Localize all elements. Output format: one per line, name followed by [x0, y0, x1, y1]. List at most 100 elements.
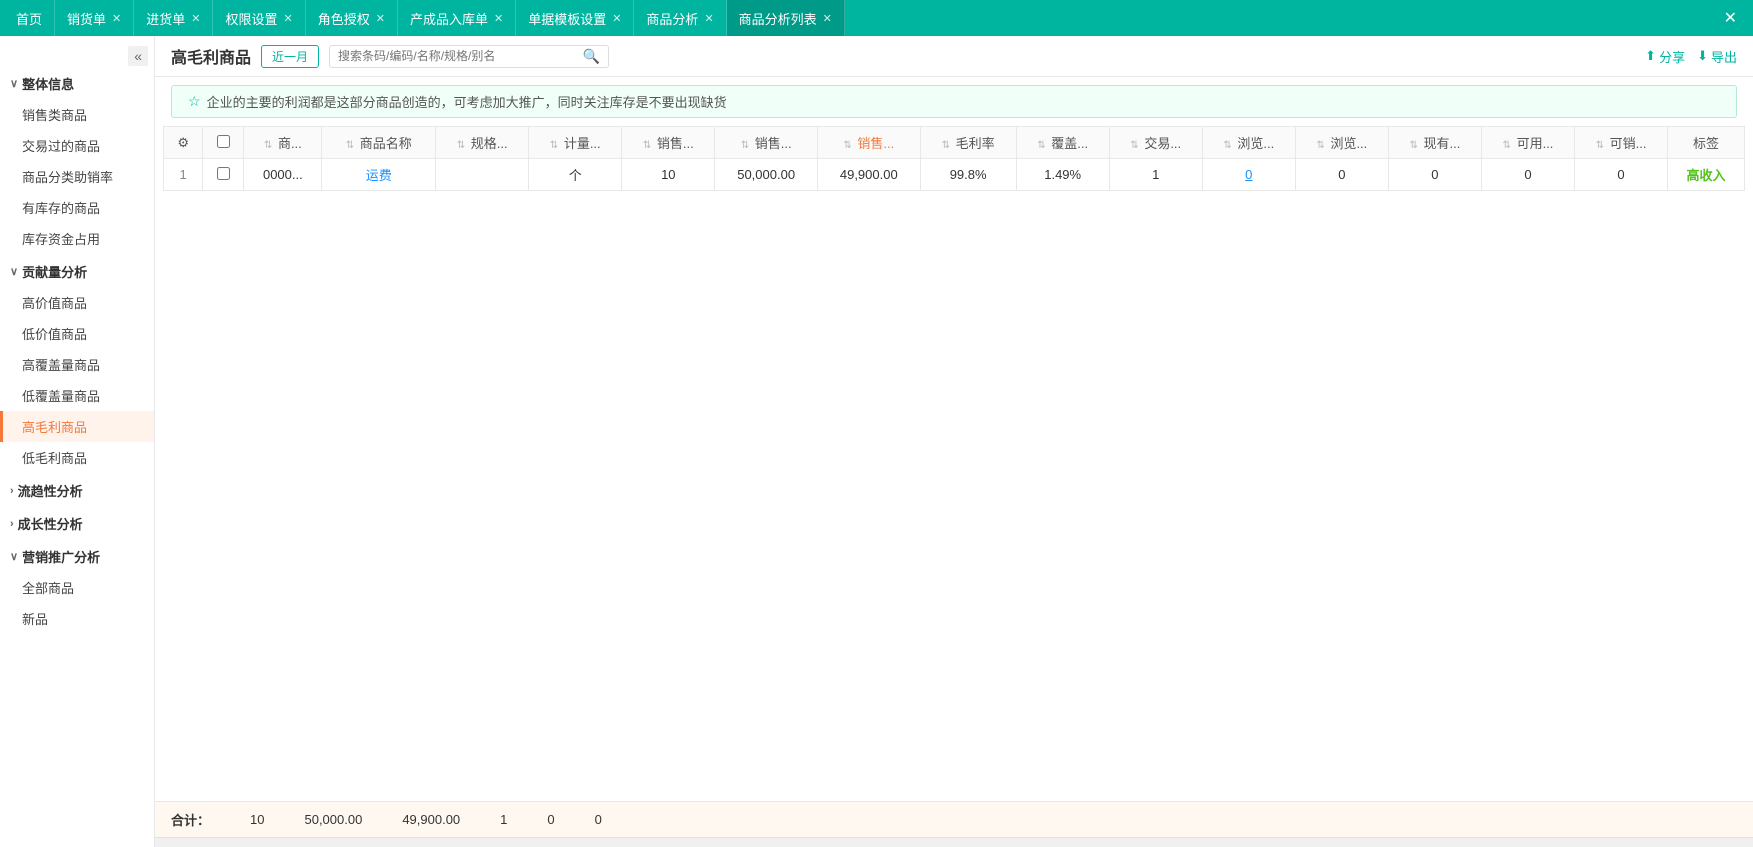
tab-close-template-settings[interactable]: ✕: [612, 12, 621, 25]
sort-icon-spec[interactable]: ⇅: [457, 140, 465, 151]
row-gross-margin: 99.8%: [920, 159, 1016, 191]
sidebar-group-contribution[interactable]: ∨ 贡献量分析: [0, 256, 154, 287]
sort-icon-gross-margin[interactable]: ⇅: [942, 140, 950, 151]
sort-icon-browse2[interactable]: ⇅: [1316, 140, 1324, 151]
sidebar-item-in-stock[interactable]: 有库存的商品: [0, 192, 154, 223]
col-sales-qty[interactable]: ⇅ 销售...: [622, 127, 715, 159]
col-sales-amount[interactable]: ⇅ 销售...: [715, 127, 818, 159]
sidebar-item-new-goods[interactable]: 新品: [0, 603, 154, 634]
sort-icon-available-stock[interactable]: ⇅: [1503, 140, 1511, 151]
tab-product-analysis[interactable]: 商品分析 ✕: [634, 0, 726, 36]
search-box[interactable]: 🔍: [329, 45, 609, 68]
sort-icon-coverage[interactable]: ⇅: [1037, 140, 1045, 151]
tab-purchase-order[interactable]: 进货单 ✕: [134, 0, 213, 36]
sidebar-item-low-coverage[interactable]: 低覆盖量商品: [0, 380, 154, 411]
row-available-stock: 0: [1481, 159, 1574, 191]
tab-product-inbound[interactable]: 产成品入库单 ✕: [398, 0, 516, 36]
sidebar-item-high-margin[interactable]: 高毛利商品: [0, 411, 154, 442]
sort-icon-sales-cost[interactable]: ⇅: [843, 140, 851, 151]
col-browse1[interactable]: ⇅ 浏览...: [1202, 127, 1295, 159]
row-checkbox-cell[interactable]: [203, 159, 244, 191]
row-browse1[interactable]: 0: [1202, 159, 1295, 191]
tab-permission-settings[interactable]: 权限设置 ✕: [213, 0, 305, 36]
col-settings[interactable]: ⚙: [164, 127, 203, 159]
col-sales-cost[interactable]: ⇅ 销售...: [817, 127, 920, 159]
col-unit[interactable]: ⇅ 计量...: [529, 127, 622, 159]
sort-icon-saleable-stock[interactable]: ⇅: [1596, 140, 1604, 151]
tab-close-product-analysis-list[interactable]: ✕: [823, 12, 832, 25]
select-all-checkbox[interactable]: [217, 135, 230, 148]
sort-icon-sales-qty[interactable]: ⇅: [643, 140, 651, 151]
tab-bar: 首页 销货单 ✕ 进货单 ✕ 权限设置 ✕ 角色授权 ✕ 产成品入库单 ✕ 单据…: [0, 0, 1753, 36]
row-name[interactable]: 运费: [322, 159, 436, 191]
tab-close-permission-settings[interactable]: ✕: [284, 12, 293, 25]
filter-recent-month-button[interactable]: 近一月: [261, 45, 319, 68]
search-icon[interactable]: 🔍: [583, 48, 600, 65]
tab-close-sales-order[interactable]: ✕: [112, 12, 121, 25]
sidebar-item-stock-capital[interactable]: 库存资金占用: [0, 223, 154, 254]
sidebar-item-low-value[interactable]: 低价值商品: [0, 318, 154, 349]
col-code[interactable]: ⇅ 商...: [244, 127, 322, 159]
col-saleable-stock[interactable]: ⇅ 可销...: [1575, 127, 1668, 159]
sort-icon-browse1[interactable]: ⇅: [1223, 140, 1231, 151]
sidebar-group-growth[interactable]: › 成长性分析: [0, 508, 154, 539]
sort-icon-sales-amount[interactable]: ⇅: [741, 140, 749, 151]
sidebar-section-growth: › 成长性分析: [0, 508, 154, 539]
notice-bar: ☆ 企业的主要的利润都是这部分商品创造的，可考虑加大推广，同时关注库存是不要出现…: [171, 85, 1737, 118]
sort-icon-unit[interactable]: ⇅: [550, 140, 558, 151]
col-tag[interactable]: 标签: [1668, 127, 1745, 159]
horizontal-scrollbar[interactable]: [155, 837, 1753, 847]
tab-close-purchase-order[interactable]: ✕: [191, 12, 200, 25]
col-current-stock[interactable]: ⇅ 现有...: [1388, 127, 1481, 159]
tab-close-role-auth[interactable]: ✕: [376, 12, 385, 25]
col-name[interactable]: ⇅ 商品名称: [322, 127, 436, 159]
sidebar-collapse-button[interactable]: «: [128, 46, 148, 66]
col-browse2[interactable]: ⇅ 浏览...: [1295, 127, 1388, 159]
footer-sales-cost: 49,900.00: [402, 812, 460, 827]
tab-role-auth[interactable]: 角色授权 ✕: [306, 0, 398, 36]
row-checkbox[interactable]: [217, 167, 230, 180]
sidebar-item-sales-goods[interactable]: 销售类商品: [0, 99, 154, 130]
row-code: 0000...: [244, 159, 322, 191]
window-close-button[interactable]: ✕: [1712, 8, 1749, 28]
arrow-icon-growth: ›: [10, 518, 14, 530]
sidebar-group-marketing[interactable]: ∨ 营销推广分析: [0, 541, 154, 572]
sidebar-group-trend[interactable]: › 流趋性分析: [0, 475, 154, 506]
row-sales-amount: 50,000.00: [715, 159, 818, 191]
tab-product-analysis-list[interactable]: 商品分析列表 ✕: [727, 0, 845, 36]
col-checkbox[interactable]: [203, 127, 244, 159]
search-input[interactable]: [338, 49, 583, 63]
share-button[interactable]: ⬆ 分享: [1645, 47, 1685, 66]
share-icon: ⬆: [1645, 48, 1656, 64]
sort-icon-current-stock[interactable]: ⇅: [1409, 140, 1417, 151]
tab-close-product-inbound[interactable]: ✕: [494, 12, 503, 25]
col-gross-margin[interactable]: ⇅ 毛利率: [920, 127, 1016, 159]
page-title: 高毛利商品: [171, 44, 251, 68]
col-transaction[interactable]: ⇅ 交易...: [1109, 127, 1202, 159]
sidebar-item-traded-goods[interactable]: 交易过的商品: [0, 130, 154, 161]
sidebar-item-all-goods[interactable]: 全部商品: [0, 572, 154, 603]
sidebar-item-low-margin[interactable]: 低毛利商品: [0, 442, 154, 473]
sidebar: « ∨ 整体信息 销售类商品 交易过的商品 商品分类助销率 有库存的商品 库存资…: [0, 36, 155, 847]
sort-icon-name[interactable]: ⇅: [346, 140, 354, 151]
sort-icon-transaction[interactable]: ⇅: [1130, 140, 1138, 151]
tab-close-product-analysis[interactable]: ✕: [704, 12, 713, 25]
tab-homepage[interactable]: 首页: [4, 0, 55, 36]
sidebar-item-high-value[interactable]: 高价值商品: [0, 287, 154, 318]
sidebar-item-high-coverage[interactable]: 高覆盖量商品: [0, 349, 154, 380]
col-coverage[interactable]: ⇅ 覆盖...: [1016, 127, 1109, 159]
settings-icon[interactable]: ⚙: [177, 135, 189, 150]
sidebar-section-marketing: ∨ 营销推广分析 全部商品 新品: [0, 541, 154, 634]
browse1-link[interactable]: 0: [1245, 167, 1252, 182]
sidebar-item-category-rate[interactable]: 商品分类助销率: [0, 161, 154, 192]
row-sales-qty: 10: [622, 159, 715, 191]
col-available-stock[interactable]: ⇅ 可用...: [1481, 127, 1574, 159]
tab-template-settings[interactable]: 单据模板设置 ✕: [516, 0, 634, 36]
sort-icon-code[interactable]: ⇅: [264, 140, 272, 151]
col-spec[interactable]: ⇅ 规格...: [436, 127, 529, 159]
table-wrapper[interactable]: ⚙ ⇅ 商... ⇅ 商品名称: [155, 126, 1753, 801]
table-header-row: ⚙ ⇅ 商... ⇅ 商品名称: [164, 127, 1745, 159]
sidebar-group-overall[interactable]: ∨ 整体信息: [0, 68, 154, 99]
tab-sales-order[interactable]: 销货单 ✕: [55, 0, 134, 36]
export-button[interactable]: ⬇ 导出: [1697, 47, 1737, 66]
